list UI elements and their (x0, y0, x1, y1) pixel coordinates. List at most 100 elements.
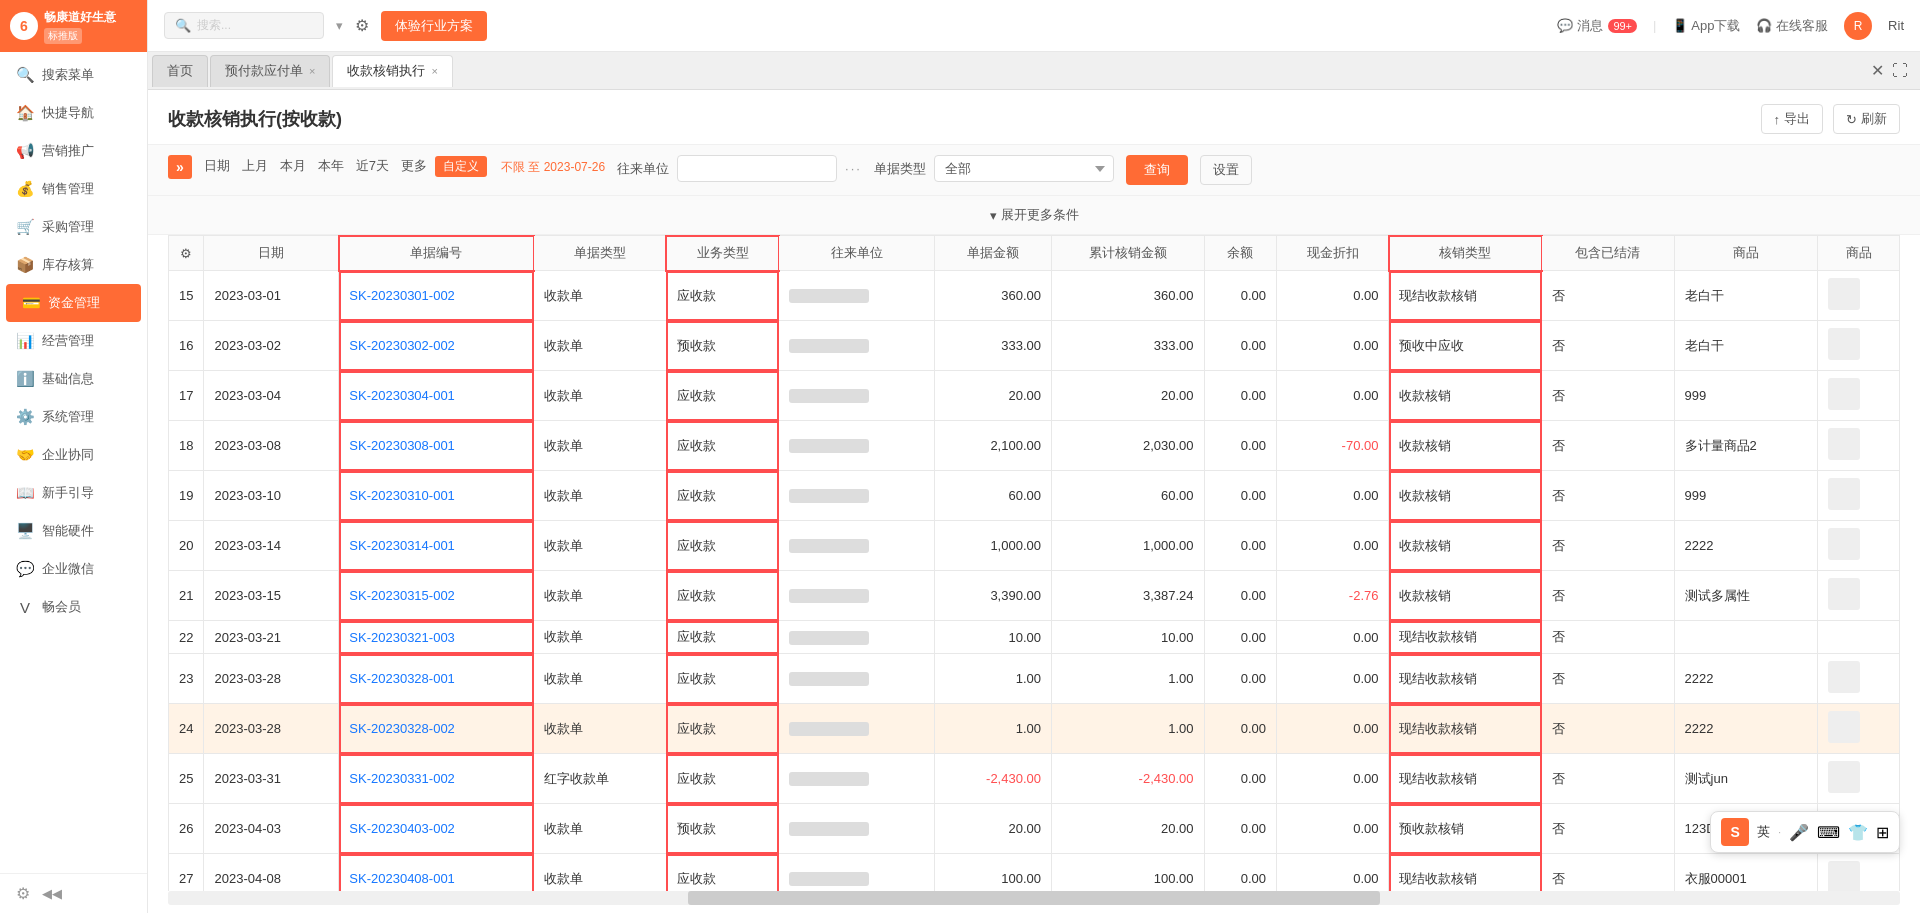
cell-cash-discount: 0.00 (1276, 854, 1389, 892)
doc-no-link[interactable]: SK-20230314-001 (349, 538, 455, 553)
cell-no: 17 (169, 371, 204, 421)
doc-no-link[interactable]: SK-20230328-001 (349, 671, 455, 686)
float-apps-icon[interactable]: ⊞ (1876, 823, 1889, 842)
sidebar-item-wechat[interactable]: 💬 企业微信 (0, 550, 147, 588)
cell-include-settled: 否 (1542, 521, 1675, 571)
table-body: 15 2023-03-01 SK-20230301-002 收款单 应收款 36… (169, 271, 1900, 892)
cell-no: 18 (169, 421, 204, 471)
query-button[interactable]: 查询 (1126, 155, 1188, 185)
cell-amount: 2,100.00 (934, 421, 1051, 471)
cell-cumulative: 3,387.24 (1051, 571, 1204, 621)
cell-partner (779, 804, 935, 854)
online-service-link[interactable]: 🎧 在线客服 (1756, 17, 1828, 35)
cell-date: 2023-03-15 (204, 571, 339, 621)
doc-no-link[interactable]: SK-20230408-001 (349, 871, 455, 886)
page-header: 收款核销执行(按收款) ↑ 导出 ↻ 刷新 (148, 90, 1920, 145)
cell-no: 19 (169, 471, 204, 521)
sidebar-item-system[interactable]: ⚙️ 系统管理 (0, 398, 147, 436)
sogou-icon[interactable]: S (1721, 818, 1749, 846)
cell-goods2 (1818, 371, 1900, 421)
cell-doc-no: SK-20230321-003 (339, 621, 534, 654)
filter-toggle-button[interactable]: » (168, 155, 192, 179)
doc-no-link[interactable]: SK-20230301-002 (349, 288, 455, 303)
cell-date: 2023-03-31 (204, 754, 339, 804)
refresh-button[interactable]: ↻ 刷新 (1833, 104, 1900, 134)
doc-no-link[interactable]: SK-20230308-001 (349, 438, 455, 453)
tab-close-all-button[interactable]: ✕ (1871, 61, 1884, 80)
app-download-link[interactable]: 📱 App下载 (1672, 17, 1740, 35)
page-content: 收款核销执行(按收款) ↑ 导出 ↻ 刷新 » 日期 上月 本月 本 (148, 90, 1920, 913)
sidebar-item-guide[interactable]: 📖 新手引导 (0, 474, 147, 512)
col-header-amount: 单据金额 (934, 236, 1051, 271)
filter-this-year[interactable]: 本年 (314, 155, 348, 177)
tab-home[interactable]: 首页 (152, 55, 208, 87)
cell-include-settled: 否 (1542, 621, 1675, 654)
sidebar-item-marketing[interactable]: 📢 营销推广 (0, 132, 147, 170)
col-header-settings[interactable]: ⚙ (169, 236, 204, 271)
topbar-dropdown-arrow[interactable]: ▾ (336, 18, 343, 33)
doc-no-link[interactable]: SK-20230331-002 (349, 771, 455, 786)
export-button[interactable]: ↑ 导出 (1761, 104, 1824, 134)
doc-no-link[interactable]: SK-20230302-002 (349, 338, 455, 353)
tab-receipts[interactable]: 收款核销执行 × (332, 55, 452, 87)
main-table: ⚙ 日期 单据编号 单据类型 业务类型 往来单位 单据金额 累计核销金额 余额 … (168, 235, 1900, 891)
cell-date: 2023-04-08 (204, 854, 339, 892)
cell-biz-type: 应收款 (666, 704, 779, 754)
scrollbar-thumb[interactable] (688, 891, 1381, 905)
filter-custom-button[interactable]: 自定义 (435, 156, 487, 177)
doc-no-link[interactable]: SK-20230310-001 (349, 488, 455, 503)
sidebar-item-purchase[interactable]: 🛒 采购管理 (0, 208, 147, 246)
cell-goods: 多计量商品2 (1674, 421, 1818, 471)
cell-goods2 (1818, 854, 1900, 892)
messages-icon[interactable]: 💬 消息 99+ (1557, 17, 1637, 35)
filter-expand-button[interactable]: ▾ 展开更多条件 (982, 202, 1087, 228)
tab-receipts-close[interactable]: × (431, 65, 437, 77)
sidebar-item-inventory[interactable]: 📦 库存核算 (0, 246, 147, 284)
sidebar-item-shortcut[interactable]: 🏠 快捷导航 (0, 94, 147, 132)
solution-button[interactable]: 体验行业方案 (381, 11, 487, 41)
filter-last-month[interactable]: 上月 (238, 155, 272, 177)
sidebar-item-sales[interactable]: 💰 销售管理 (0, 170, 147, 208)
doc-no-link[interactable]: SK-20230403-002 (349, 821, 455, 836)
doc-no-link[interactable]: SK-20230315-002 (349, 588, 455, 603)
col-header-include-settled: 包含已结清 (1542, 236, 1675, 271)
filter-this-month[interactable]: 本月 (276, 155, 310, 177)
doc-no-link[interactable]: SK-20230304-001 (349, 388, 455, 403)
tab-prepay-close[interactable]: × (309, 65, 315, 77)
sidebar-item-hardware[interactable]: 🖥️ 智能硬件 (0, 512, 147, 550)
doc-no-link[interactable]: SK-20230321-003 (349, 630, 455, 645)
col-header-cash-discount: 现金折扣 (1276, 236, 1389, 271)
horizontal-scrollbar[interactable] (168, 891, 1900, 905)
sidebar-item-search[interactable]: 🔍 搜索菜单 (0, 56, 147, 94)
filter-settings-button[interactable]: 设置 (1200, 155, 1252, 185)
sidebar-item-ops[interactable]: 📊 经营管理 (0, 322, 147, 360)
sidebar-settings-icon[interactable]: ⚙ (16, 884, 30, 903)
cell-cash-discount: 0.00 (1276, 371, 1389, 421)
filter-date-options: 上月 本月 本年 近7天 更多 自定义 (238, 155, 487, 177)
filter-voucher-type-select[interactable]: 全部 收款单 (934, 155, 1114, 182)
user-avatar[interactable]: R (1844, 12, 1872, 40)
cell-cash-discount: 0.00 (1276, 704, 1389, 754)
table-row: 17 2023-03-04 SK-20230304-001 收款单 应收款 20… (169, 371, 1900, 421)
sidebar-item-corp[interactable]: 🤝 企业协同 (0, 436, 147, 474)
float-keyboard-icon[interactable]: ⌨ (1817, 823, 1840, 842)
sidebar-collapse-icon[interactable]: ◀◀ (42, 886, 62, 901)
float-shirt-icon[interactable]: 👕 (1848, 823, 1868, 842)
topbar-gear-icon[interactable]: ⚙ (355, 16, 369, 35)
cell-partner (779, 754, 935, 804)
sidebar-item-finance[interactable]: 💳 资金管理 (6, 284, 141, 322)
cell-cumulative: 20.00 (1051, 804, 1204, 854)
tabs-right-actions: ✕ ⛶ (1871, 61, 1916, 80)
sidebar-item-base[interactable]: ℹ️ 基础信息 (0, 360, 147, 398)
tab-maximize-button[interactable]: ⛶ (1892, 62, 1908, 80)
tab-prepay[interactable]: 预付款应付单 × (210, 55, 330, 87)
system-icon: ⚙️ (16, 408, 34, 426)
filter-partner-input[interactable] (677, 155, 837, 182)
cell-no: 22 (169, 621, 204, 654)
doc-no-link[interactable]: SK-20230328-002 (349, 721, 455, 736)
sidebar-item-member[interactable]: V 畅会员 (0, 588, 147, 626)
filter-more[interactable]: 更多 (397, 155, 431, 177)
filter-7days[interactable]: 近7天 (352, 155, 393, 177)
page-header-actions: ↑ 导出 ↻ 刷新 (1761, 104, 1901, 134)
float-mic-icon[interactable]: 🎤 (1789, 823, 1809, 842)
